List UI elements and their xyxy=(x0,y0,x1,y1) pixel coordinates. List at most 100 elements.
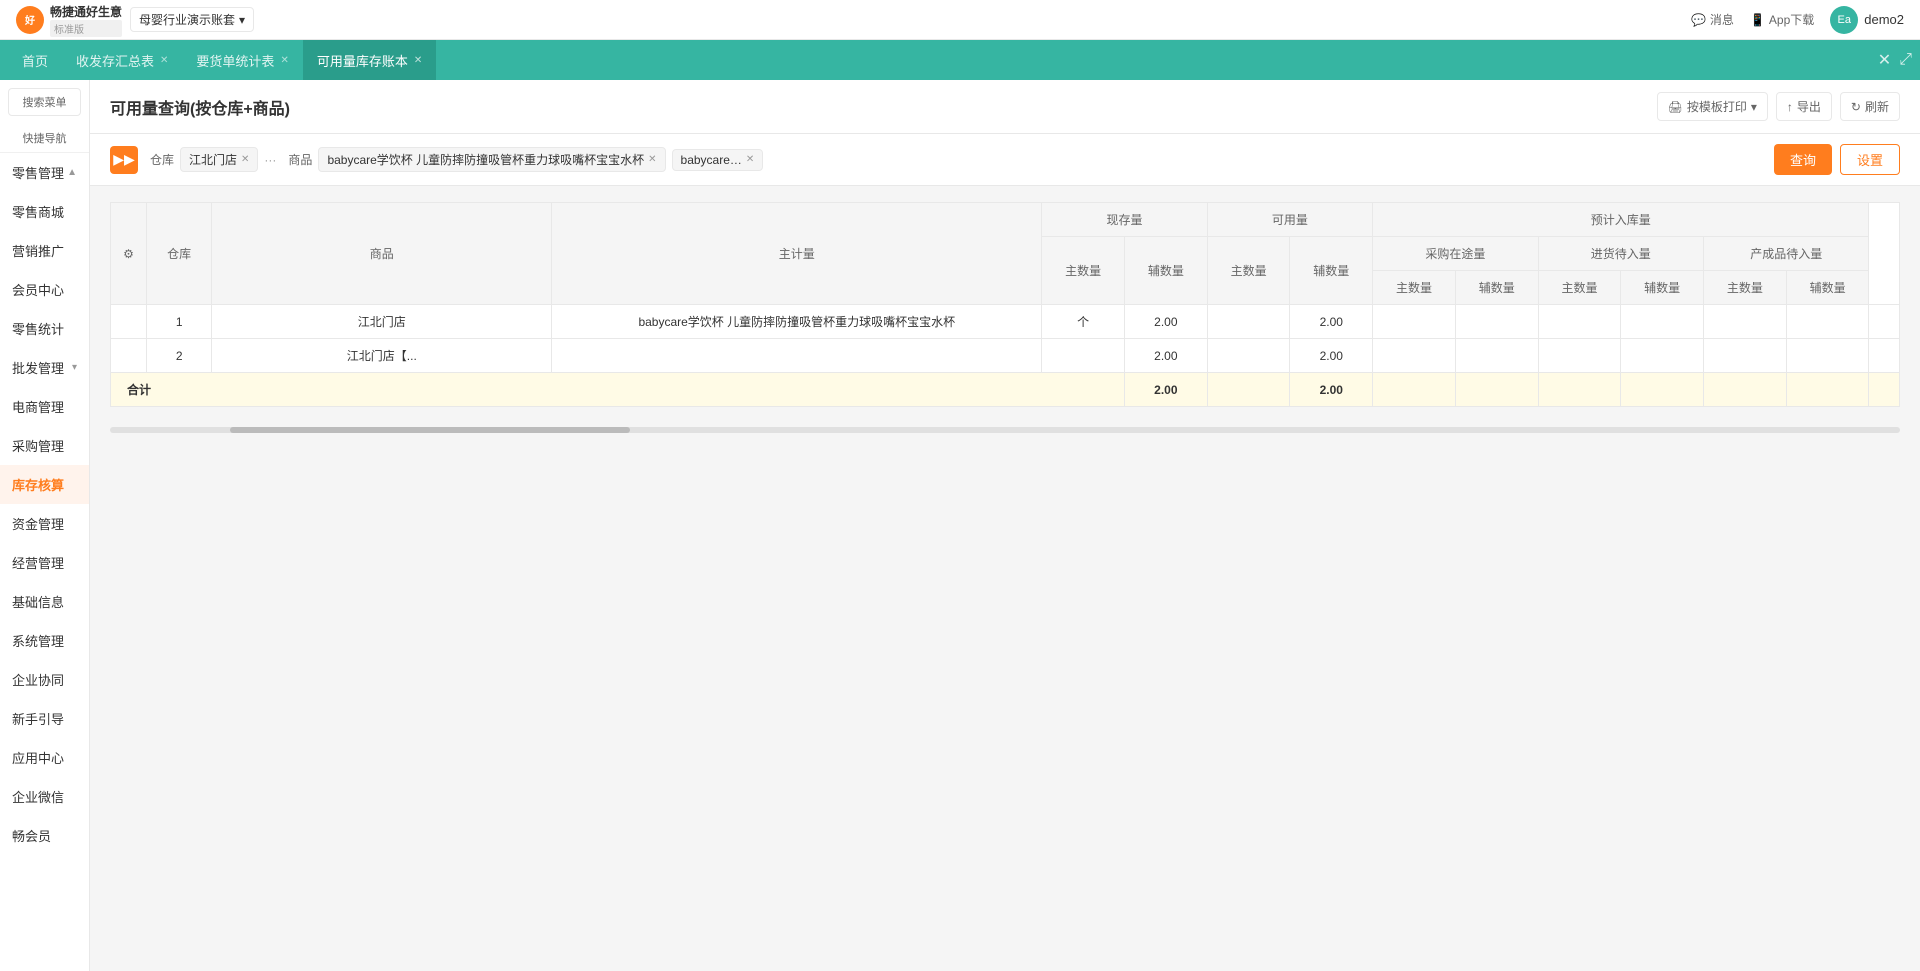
sidebar-item-app-center[interactable]: 应用中心 xyxy=(0,738,89,777)
filter-actions: 查询 设置 xyxy=(1774,144,1900,175)
filter-bar: ▶▶ 仓库 江北门店 ✕ ··· 商品 babycare学饮杯 儿童防摔防撞吸管… xyxy=(90,134,1920,186)
row-prod-main-cell xyxy=(1786,305,1869,339)
page-actions: 🖨 按模板打印 ▾ ↑ 导出 ↻ 刷新 xyxy=(1657,92,1900,121)
close-icon[interactable]: ✕ xyxy=(414,55,422,66)
horizontal-scrollbar[interactable] xyxy=(110,427,1900,433)
sidebar-item-ecommerce[interactable]: 电商管理 xyxy=(0,387,89,426)
sidebar-item-finance-mgmt[interactable]: 资金管理 xyxy=(0,504,89,543)
scroll-thumb[interactable] xyxy=(230,427,630,433)
total-current-main-cell: 2.00 xyxy=(1125,373,1208,407)
quick-nav-button[interactable]: 快捷导航 xyxy=(0,124,89,152)
app-download-action[interactable]: 📱 App下载 xyxy=(1750,11,1814,28)
purchase-transit-header: 采购在途量 xyxy=(1373,237,1538,271)
sidebar-item-retail-mall[interactable]: 零售商城 xyxy=(0,192,89,231)
settings-button[interactable]: 设置 xyxy=(1840,144,1900,175)
template-print-button[interactable]: 🖨 按模板打印 ▾ xyxy=(1657,92,1768,121)
total-incoming-aux-cell xyxy=(1704,373,1787,407)
row-purchase-main-cell xyxy=(1455,305,1538,339)
row-no-cell: 1 xyxy=(147,305,212,339)
sidebar-item-operations-mgmt[interactable]: 经营管理 xyxy=(0,543,89,582)
refresh-button[interactable]: ↻ 刷新 xyxy=(1840,92,1900,121)
row-warehouse-cell: 江北门店 xyxy=(212,305,552,339)
close-icon[interactable]: ✕ xyxy=(160,55,168,66)
total-available-aux-cell xyxy=(1373,373,1456,407)
product-extra-tag[interactable]: babycare… ✕ xyxy=(672,149,764,171)
sidebar-item-basic-info[interactable]: 基础信息 xyxy=(0,582,89,621)
row-incoming-aux-cell xyxy=(1704,339,1787,373)
query-button[interactable]: 查询 xyxy=(1774,144,1832,175)
close-window-icon[interactable]: ✕ xyxy=(1878,50,1891,70)
sidebar-item-system-mgmt[interactable]: 系统管理 xyxy=(0,621,89,660)
tab-home[interactable]: 首页 xyxy=(8,40,62,80)
product-tag[interactable]: babycare学饮杯 儿童防摔防撞吸管杯重力球吸嘴杯宝宝水杯 ✕ xyxy=(318,147,665,172)
close-icon[interactable]: ✕ xyxy=(280,55,288,66)
incoming-aux-header: 辅数量 xyxy=(1621,271,1704,305)
nav-tabs: 首页 收发存汇总表 ✕ 要货单统计表 ✕ 可用量库存账本 ✕ ✕ ⤢ xyxy=(0,40,1920,80)
arrow-icon: ▲ xyxy=(67,167,77,178)
sidebar-item-marketing[interactable]: 营销推广 xyxy=(0,231,89,270)
total-current-aux-cell xyxy=(1207,373,1290,407)
row-purchase-aux-cell xyxy=(1538,339,1621,373)
more-filter-icon[interactable]: ··· xyxy=(264,153,276,167)
remove-warehouse-icon[interactable]: ✕ xyxy=(241,154,249,165)
total-row: 合计 2.00 2.00 xyxy=(111,373,1900,407)
sidebar-item-purchase-mgmt[interactable]: 采购管理 xyxy=(0,426,89,465)
warehouse-tag[interactable]: 江北门店 ✕ xyxy=(180,147,258,172)
row-unit-cell xyxy=(1042,339,1125,373)
warehouse-filter: 仓库 江北门店 ✕ ··· xyxy=(150,147,276,172)
industry-selector[interactable]: 母婴行业演示账套 ▾ xyxy=(130,7,254,32)
message-action[interactable]: 💬 消息 xyxy=(1691,11,1734,28)
sidebar-item-wholesale-mgmt[interactable]: 批发管理 ▾ xyxy=(0,348,89,387)
product-col-header: 商品 xyxy=(212,203,552,305)
search-menu-button[interactable]: 搜索菜单 xyxy=(8,88,81,116)
product-filter: 商品 babycare学饮杯 儿童防摔防撞吸管杯重力球吸嘴杯宝宝水杯 ✕ bab… xyxy=(288,147,763,172)
total-incoming-main-cell xyxy=(1621,373,1704,407)
page-title: 可用量查询(按仓库+商品) xyxy=(110,95,290,119)
row-warehouse-cell: 江北门店【... xyxy=(212,339,552,373)
table-row: 1 江北门店 babycare学饮杯 儿童防摔防撞吸管杯重力球吸嘴杯宝宝水杯 个… xyxy=(111,305,1900,339)
row-available-aux-cell xyxy=(1373,305,1456,339)
row-prod-aux-cell xyxy=(1869,339,1900,373)
sidebar-item-inventory-check[interactable]: 库存核算 xyxy=(0,465,89,504)
sidebar-item-enterprise-wechat[interactable]: 企业微信 xyxy=(0,777,89,816)
chevron-down-icon: ▾ xyxy=(1751,100,1757,114)
sidebar-item-retail-stats[interactable]: 零售统计 xyxy=(0,309,89,348)
tab-receive-summary[interactable]: 收发存汇总表 ✕ xyxy=(62,40,182,80)
remove-product-extra-icon[interactable]: ✕ xyxy=(746,154,754,165)
sidebar-item-members[interactable]: 会员中心 xyxy=(0,270,89,309)
refresh-icon: ↻ xyxy=(1851,100,1861,114)
purchase-main-header: 主数量 xyxy=(1373,271,1456,305)
sidebar-search-area: 搜索菜单 xyxy=(0,80,89,124)
sidebar-item-retail-mgmt[interactable]: 零售管理 ▲ xyxy=(0,153,89,192)
filter-toggle-button[interactable]: ▶▶ xyxy=(110,146,138,174)
row-available-main-cell: 2.00 xyxy=(1290,339,1373,373)
sidebar-item-enterprise-collab[interactable]: 企业协同 xyxy=(0,660,89,699)
sidebar-item-new-guide[interactable]: 新手引导 xyxy=(0,699,89,738)
available-main-qty-header: 主数量 xyxy=(1207,237,1290,305)
row-no-cell: 2 xyxy=(147,339,212,373)
tab-order-stats[interactable]: 要货单统计表 ✕ xyxy=(182,40,302,80)
arrow-icon: ▾ xyxy=(72,362,77,373)
expand-icon[interactable]: ⤢ xyxy=(1899,51,1912,69)
available-col-header: 可用量 xyxy=(1207,203,1372,237)
remove-product-icon[interactable]: ✕ xyxy=(648,154,656,165)
tab-available-stock[interactable]: 可用量库存账本 ✕ xyxy=(303,40,436,80)
sidebar-item-vip-member[interactable]: 畅会员 xyxy=(0,816,89,855)
message-icon: 💬 xyxy=(1691,13,1706,27)
username[interactable]: demo2 xyxy=(1864,12,1904,27)
row-current-main-cell: 2.00 xyxy=(1125,305,1208,339)
top-bar-right: 💬 消息 📱 App下载 Ea demo2 xyxy=(1691,6,1904,34)
sidebar-section: 零售管理 ▲ 零售商城 营销推广 会员中心 零售统计 批发管理 ▾ 电商管理 xyxy=(0,152,89,855)
chevron-down-icon: ▾ xyxy=(239,13,245,27)
user-area[interactable]: Ea demo2 xyxy=(1830,6,1904,34)
available-aux-qty-header: 辅数量 xyxy=(1290,237,1373,305)
export-button[interactable]: ↑ 导出 xyxy=(1776,92,1832,121)
data-table: ⚙ 仓库 商品 主计量 现存量 可用量 预计入库量 主数量 辅数量 主数量 辅数… xyxy=(110,202,1900,407)
incoming-main-header: 主数量 xyxy=(1538,271,1621,305)
page-header: 可用量查询(按仓库+商品) 🖨 按模板打印 ▾ ↑ 导出 ↻ 刷新 xyxy=(90,80,1920,134)
brand-icon: 好 xyxy=(16,6,44,34)
incoming-header: 进货待入量 xyxy=(1538,237,1703,271)
top-bar-left: 好 畅捷通好生意 标准版 母婴行业演示账套 ▾ xyxy=(16,3,254,37)
brand-logo: 好 畅捷通好生意 标准版 xyxy=(16,3,122,37)
row-current-aux-cell xyxy=(1207,305,1290,339)
